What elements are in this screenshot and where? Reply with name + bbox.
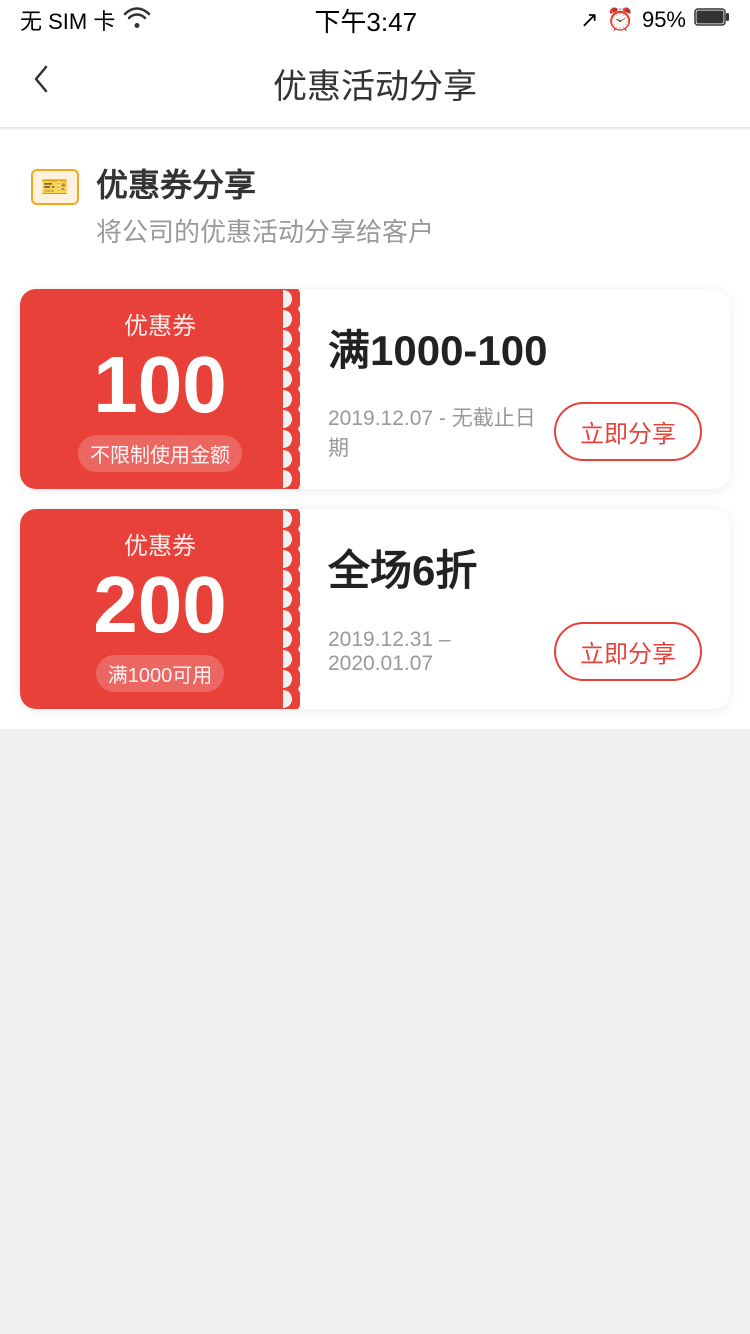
coupon-right-2: 全场6折 2019.12.31 – 2020.01.07 立即分享 <box>300 509 730 709</box>
section-description: 将公司的优惠活动分享给客户 <box>96 212 434 249</box>
empty-area <box>0 729 750 1229</box>
status-time: 下午3:47 <box>314 2 417 39</box>
serrated-edge-2 <box>283 509 301 709</box>
location-icon: ↗ <box>580 7 598 33</box>
coupon-value-2: 200 <box>93 565 226 645</box>
page-title: 优惠活动分享 <box>273 59 477 108</box>
coupon-card-2: 优惠券 200 满1000可用 全场6折 2019.12.31 – 2020.0… <box>20 509 730 709</box>
coupon-right-1: 满1000-100 2019.12.07 - 无截止日期 立即分享 <box>300 289 730 489</box>
section-header: 🎫 优惠券分享 将公司的优惠活动分享给客户 <box>0 130 750 269</box>
coupon-date-1: 2019.12.07 - 无截止日期 <box>328 402 554 462</box>
coupon-left-1: 优惠券 100 不限制使用金额 <box>20 289 300 489</box>
coupon-name-1: 满1000-100 <box>328 317 702 378</box>
coupon-label-1: 优惠券 <box>124 306 196 341</box>
serrated-edge-1 <box>283 289 301 489</box>
battery-text: 95% <box>642 7 686 33</box>
svg-text:🎫: 🎫 <box>41 174 68 199</box>
status-left: 无 SIM 卡 <box>20 4 151 36</box>
coupon-value-1: 100 <box>93 345 226 425</box>
nav-bar: 优惠活动分享 <box>0 40 750 128</box>
coupon-card-1: 优惠券 100 不限制使用金额 满1000-100 2019.12.07 - 无… <box>20 289 730 489</box>
coupon-name-2: 全场6折 <box>328 537 702 598</box>
coupon-condition-2: 满1000可用 <box>96 655 225 692</box>
section-title: 优惠券分享 <box>96 160 434 206</box>
coupon-condition-1: 不限制使用金额 <box>78 435 242 472</box>
coupon-date-2: 2019.12.31 – 2020.01.07 <box>328 628 554 676</box>
share-button-1[interactable]: 立即分享 <box>554 402 702 461</box>
coupon-icon: 🎫 <box>30 162 80 212</box>
wifi-icon <box>123 6 151 34</box>
coupon-footer-2: 2019.12.31 – 2020.01.07 立即分享 <box>328 622 702 681</box>
coupon-left-2: 优惠券 200 满1000可用 <box>20 509 300 709</box>
battery-icon <box>694 7 730 33</box>
status-bar: 无 SIM 卡 下午3:47 ↗ ⏰ 95% <box>0 0 750 40</box>
back-button[interactable] <box>30 59 54 108</box>
coupon-footer-1: 2019.12.07 - 无截止日期 立即分享 <box>328 402 702 462</box>
coupon-label-2: 优惠券 <box>124 526 196 561</box>
section-text: 优惠券分享 将公司的优惠活动分享给客户 <box>96 160 434 249</box>
sim-text: 无 SIM 卡 <box>20 4 115 36</box>
status-right: ↗ ⏰ 95% <box>580 7 730 33</box>
alarm-icon: ⏰ <box>607 7 634 33</box>
share-button-2[interactable]: 立即分享 <box>554 622 702 681</box>
coupon-list: 优惠券 100 不限制使用金额 满1000-100 2019.12.07 - 无… <box>0 269 750 729</box>
